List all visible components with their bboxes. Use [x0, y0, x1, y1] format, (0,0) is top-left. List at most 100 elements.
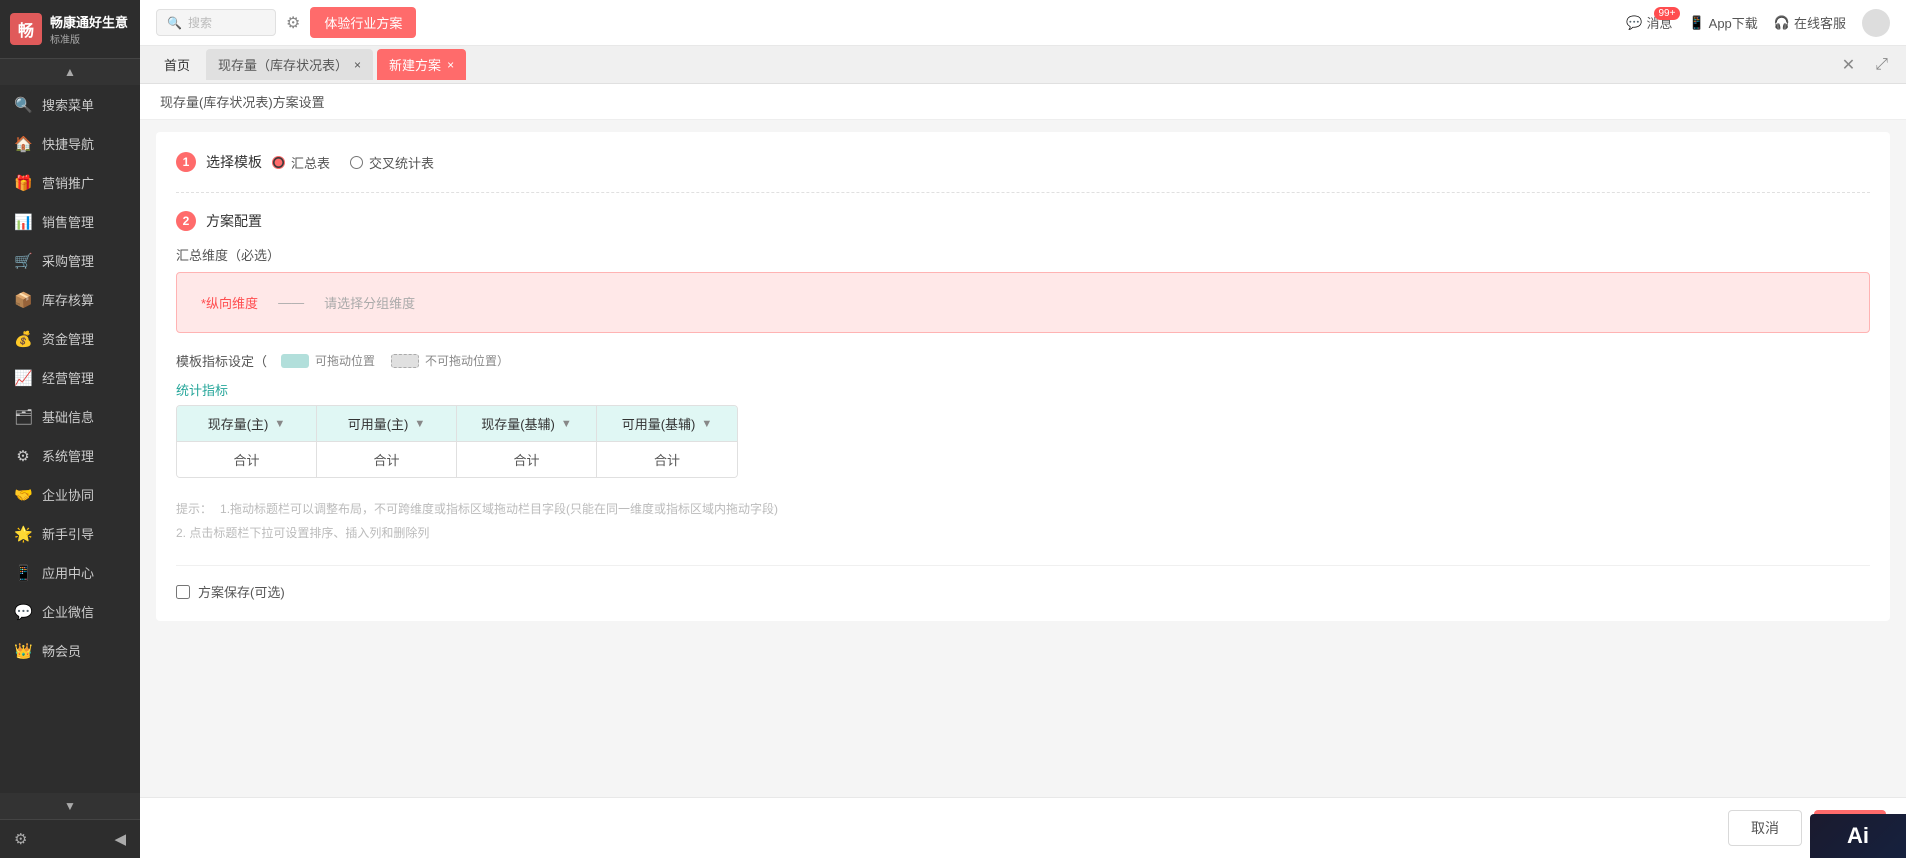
- sidebar-item-enterprise[interactable]: 🤝 企业协同: [0, 475, 140, 514]
- sidebar-item-quick-nav[interactable]: 🏠 快捷导航: [0, 124, 140, 163]
- sidebar-item-finance[interactable]: 💰 资金管理: [0, 319, 140, 358]
- tab-inventory-status[interactable]: 现存量（库存状况表） ×: [206, 49, 373, 80]
- app-center-icon: 📱: [14, 564, 32, 582]
- sidebar-item-app-center[interactable]: 📱 应用中心: [0, 553, 140, 592]
- sidebar-item-label: 畅会员: [42, 641, 81, 660]
- vertical-placeholder[interactable]: 请选择分组维度: [324, 293, 415, 312]
- radio-summary[interactable]: 汇总表: [272, 153, 330, 172]
- sidebar-scroll-up[interactable]: ▲: [0, 59, 140, 85]
- sidebar-item-label: 企业协同: [42, 485, 94, 504]
- sidebar-item-operations[interactable]: 📈 经营管理: [0, 358, 140, 397]
- col-2-header[interactable]: 可用量(主) ▼: [317, 406, 457, 442]
- sidebar-item-basic-info[interactable]: 🗂 基础信息: [0, 397, 140, 436]
- draggable-label: 可拖动位置: [315, 352, 375, 369]
- col-2-chevron[interactable]: ▼: [414, 418, 425, 430]
- app-download-btn[interactable]: 📱 App下载: [1688, 13, 1757, 32]
- tips-section: 提示： 1.拖动标题栏可以调整布局，不可跨维度或指标区域拖动栏目字段(只能在同一…: [176, 497, 1870, 545]
- wechat-icon: 💬: [14, 603, 32, 621]
- try-industry-btn[interactable]: 体验行业方案: [310, 7, 416, 38]
- settings-icon[interactable]: ⚙: [14, 830, 27, 848]
- step1-title: 选择模板: [206, 152, 262, 172]
- stats-table: 现存量(主) ▼ 可用量(主) ▼ 现存量(基辅) ▼: [176, 405, 738, 478]
- sidebar-item-wechat[interactable]: 💬 企业微信: [0, 592, 140, 631]
- step2-title: 方案配置: [206, 211, 262, 231]
- sidebar-item-label: 营销推广: [42, 173, 94, 192]
- sidebar-item-label: 经营管理: [42, 368, 94, 387]
- tip-2-text: 2. 点击标题栏下拉可设置排序、插入列和删除列: [176, 521, 429, 545]
- step1-header: 1 选择模板 汇总表 交叉统计表: [176, 152, 1870, 172]
- sidebar-item-inventory[interactable]: 📦 库存核算: [0, 280, 140, 319]
- ai-button[interactable]: Ai: [1810, 814, 1906, 858]
- sidebar-item-newbie[interactable]: 🌟 新手引导: [0, 514, 140, 553]
- radio-cross[interactable]: 交叉统计表: [350, 153, 434, 172]
- radio-cross-input[interactable]: [350, 156, 363, 169]
- col-3-name: 现存量(基辅): [481, 414, 555, 433]
- tab-home[interactable]: 首页: [152, 49, 202, 80]
- gear-icon[interactable]: ⚙: [286, 13, 300, 33]
- col-4-header[interactable]: 可用量(基辅) ▼: [597, 406, 737, 442]
- sidebar-item-label: 新手引导: [42, 524, 94, 543]
- message-btn[interactable]: 💬 消息 99+: [1626, 13, 1672, 32]
- col-1-chevron[interactable]: ▼: [274, 418, 285, 430]
- topbar-right: 💬 消息 99+ 📱 App下载 🎧 在线客服: [1626, 9, 1890, 37]
- operations-icon: 📈: [14, 369, 32, 387]
- save-checkbox[interactable]: [176, 585, 190, 599]
- col-1-header[interactable]: 现存量(主) ▼: [177, 406, 317, 442]
- newbie-icon: 🌟: [14, 525, 32, 543]
- col-1-summary: 合计: [233, 450, 259, 469]
- sidebar-item-purchase[interactable]: 🛒 采购管理: [0, 241, 140, 280]
- dimension-box: *纵向维度 —— 请选择分组维度: [176, 272, 1870, 333]
- sidebar-item-sales[interactable]: 📊 销售管理: [0, 202, 140, 241]
- sidebar-nav: 🔍 搜索菜单 🏠 快捷导航 🎁 营销推广 📊 销售管理 🛒 采购管理 📦 库存核…: [0, 85, 140, 793]
- page-title-bar: 现存量(库存状况表)方案设置: [140, 84, 1906, 120]
- sidebar-item-label: 销售管理: [42, 212, 94, 231]
- sidebar-item-search[interactable]: 🔍 搜索菜单: [0, 85, 140, 124]
- online-service-btn[interactable]: 🎧 在线客服: [1774, 13, 1846, 32]
- col-2-summary: 合计: [373, 450, 399, 469]
- tab-inventory-label: 现存量（库存状况表）: [218, 55, 348, 74]
- tab-new-scheme-close[interactable]: ×: [447, 58, 454, 72]
- tabs-expand: ✕ ⤢: [1836, 53, 1894, 77]
- tab-expand[interactable]: ⤢: [1869, 53, 1894, 77]
- vertical-arrow: ——: [278, 295, 304, 310]
- avatar[interactable]: [1862, 9, 1890, 37]
- col-4-chevron[interactable]: ▼: [701, 418, 712, 430]
- tab-new-scheme-label: 新建方案: [389, 55, 441, 74]
- app-logo: 畅: [10, 13, 42, 45]
- collapse-icon[interactable]: ◀: [114, 830, 126, 848]
- system-icon: ⚙: [14, 447, 32, 465]
- col-3-data: 合计: [457, 442, 597, 477]
- topbar-search[interactable]: 🔍 搜索: [156, 9, 276, 36]
- save-row: 方案保存(可选): [176, 565, 1870, 601]
- sidebar-item-label: 快捷导航: [42, 134, 94, 153]
- sidebar-item-marketing[interactable]: 🎁 营销推广: [0, 163, 140, 202]
- col-4-data: 合计: [597, 442, 737, 477]
- tip-1-text: 1.拖动标题栏可以调整布局，不可跨维度或指标区域拖动栏目字段(只能在同一维度或指…: [220, 497, 778, 521]
- not-draggable-label: 不可拖动位置）: [425, 352, 509, 369]
- radio-summary-input[interactable]: [272, 156, 285, 169]
- tab-close-all[interactable]: ✕: [1836, 53, 1861, 77]
- sidebar-item-label: 库存核算: [42, 290, 94, 309]
- stats-header-row: 现存量(主) ▼ 可用量(主) ▼ 现存量(基辅) ▼: [177, 406, 737, 442]
- search-placeholder: 搜索: [188, 14, 212, 31]
- col-3-chevron[interactable]: ▼: [561, 418, 572, 430]
- enterprise-icon: 🤝: [14, 486, 32, 504]
- service-label: 在线客服: [1794, 13, 1846, 32]
- sidebar-item-system[interactable]: ⚙ 系统管理: [0, 436, 140, 475]
- vertical-required: *纵向维度: [201, 293, 258, 312]
- stats-label: 统计指标: [176, 380, 1870, 399]
- page-title: 现存量(库存状况表)方案设置: [160, 95, 325, 110]
- col-2-data: 合计: [317, 442, 457, 477]
- sidebar-item-label: 采购管理: [42, 251, 94, 270]
- tab-inventory-close[interactable]: ×: [354, 58, 361, 72]
- topbar: 🔍 搜索 ⚙ 体验行业方案 💬 消息 99+ 📱 App下载 🎧 在线客服: [140, 0, 1906, 46]
- tab-new-scheme[interactable]: 新建方案 ×: [377, 49, 466, 80]
- col-2-name: 可用量(主): [348, 414, 409, 433]
- tab-home-label: 首页: [164, 55, 190, 74]
- col-3-header[interactable]: 现存量(基辅) ▼: [457, 406, 597, 442]
- msg-badge: 99+: [1654, 7, 1681, 20]
- sidebar-scroll-down[interactable]: ▼: [0, 793, 140, 819]
- tip-2: 2. 点击标题栏下拉可设置排序、插入列和删除列: [176, 521, 1870, 545]
- cancel-button[interactable]: 取消: [1728, 810, 1802, 846]
- sidebar-item-member[interactable]: 👑 畅会员: [0, 631, 140, 670]
